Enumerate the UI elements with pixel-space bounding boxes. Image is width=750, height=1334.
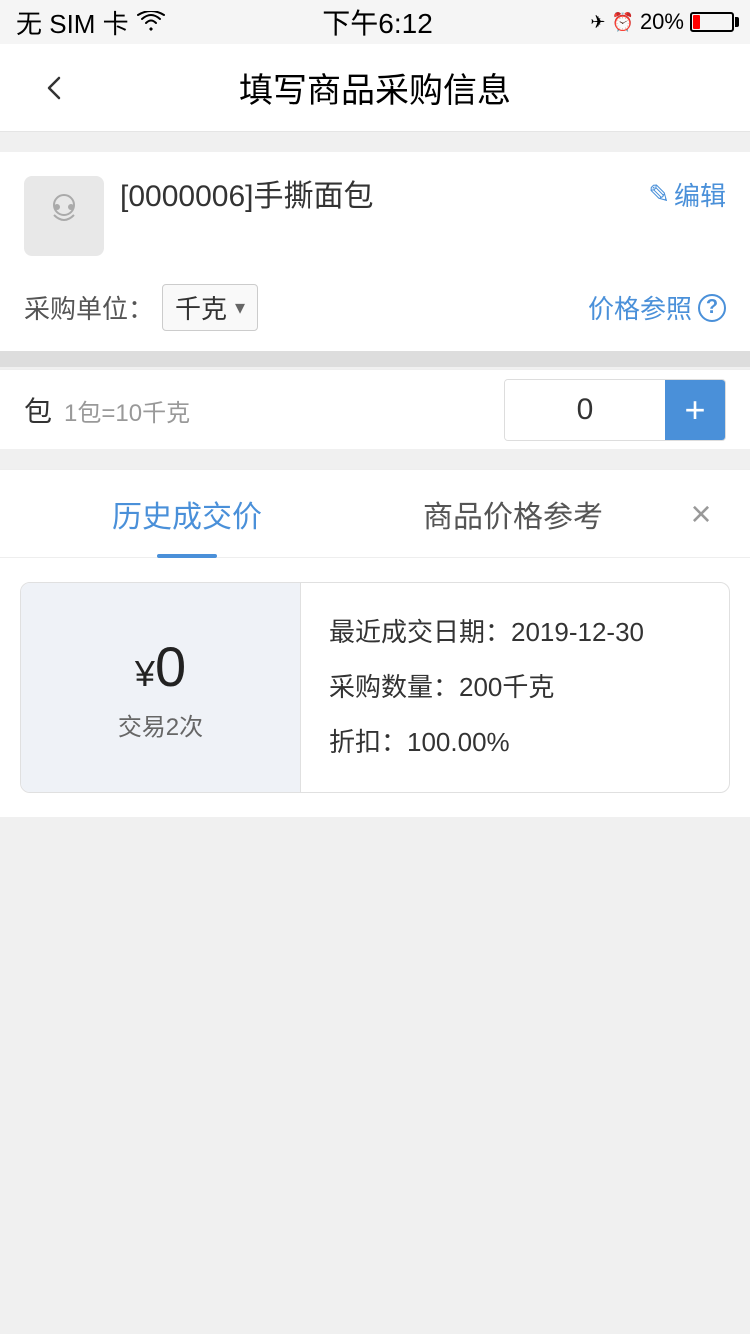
main-content: 填写商品采购信息 [0000006]手撕面包 ✎ 编辑 [0,44,750,1334]
product-header: [0000006]手撕面包 ✎ 编辑 [24,176,726,256]
discount-value: 100.00% [407,727,510,757]
gps-icon: ✈ [590,12,605,33]
sim-status: 无 SIM 卡 [16,4,129,41]
trade-count: 交易2次 [118,707,203,742]
product-unit-row: 采购单位： 千克 ▾ 价格参照 ? [24,284,726,331]
qty-plus-button[interactable]: + [665,380,725,440]
edit-button[interactable]: ✎ 编辑 [648,176,726,213]
card-date-row: 最近成交日期：2019-12-30 [329,613,701,652]
product-info: [0000006]手撕面包 [120,176,632,218]
battery-icon [690,12,734,32]
nav-bar: 填写商品采购信息 [0,44,750,132]
card-discount-row: 折扣：100.00% [329,723,701,762]
qty-detail-value: 200千克 [459,672,554,702]
history-price-card: ¥0 交易2次 最近成交日期：2019-12-30 采购数量：200千克 折扣：… [20,582,730,793]
qty-detail-label: 采购数量： [329,672,459,702]
battery-percent: 20% [640,9,684,35]
price-ref-label: 价格参照 [588,289,692,326]
page-title: 填写商品采购信息 [84,63,666,112]
dropdown-icon: ▾ [235,295,245,320]
product-thumbnail [24,176,104,256]
section-divider [0,351,750,367]
tabs-header: 历史成交价 商品价格参考 × [0,470,750,558]
edit-icon: ✎ [648,179,670,210]
tab-history-price[interactable]: 历史成交价 [24,470,350,558]
status-left: 无 SIM 卡 [16,4,165,41]
product-section: [0000006]手撕面包 ✎ 编辑 采购单位： 千克 ▾ 价格参照 ? [0,152,750,351]
unit-select-dropdown[interactable]: 千克 ▾ [162,284,258,331]
edit-label: 编辑 [674,176,726,213]
alarm-icon: ⏰ [612,12,634,33]
quantity-input[interactable] [505,380,665,440]
date-label: 最近成交日期： [329,617,511,647]
card-details-right: 最近成交日期：2019-12-30 采购数量：200千克 折扣：100.00% [301,583,729,792]
back-button[interactable] [24,58,84,118]
status-time: 下午6:12 [322,2,433,42]
unit-value: 千克 [175,289,227,326]
status-right: ✈ ⏰ 20% [590,9,734,35]
card-qty-row: 采购数量：200千克 [329,668,701,707]
card-price: ¥0 [135,634,186,699]
currency-symbol: ¥ [135,653,155,694]
card-area: ¥0 交易2次 最近成交日期：2019-12-30 采购数量：200千克 折扣：… [0,558,750,817]
qty-input-group: + [504,379,726,441]
status-bar: 无 SIM 卡 下午6:12 ✈ ⏰ 20% [0,0,750,44]
card-price-left: ¥0 交易2次 [21,583,301,792]
tabs-close-button[interactable]: × [676,489,726,539]
product-name: [0000006]手撕面包 [120,176,632,218]
tab-active-indicator [157,554,217,558]
price-value: 0 [155,635,186,698]
qty-label: 包 1包=10千克 [24,390,190,430]
date-value: 2019-12-30 [511,617,644,647]
product-thumb-icon [39,187,89,245]
price-ref-icon: ? [698,294,726,322]
qty-unit: 包 [24,390,52,430]
quantity-section: 包 1包=10千克 + [0,369,750,449]
wifi-icon [137,7,165,38]
tabs-section: 历史成交价 商品价格参考 × ¥0 交易2次 最近成交日期：2019-12-3 [0,469,750,817]
unit-label: 采购单位： [24,289,154,326]
price-reference-button[interactable]: 价格参照 ? [588,289,726,326]
qty-unit-note: 1包=10千克 [64,393,190,428]
discount-label: 折扣： [329,727,407,757]
tab-product-price-ref[interactable]: 商品价格参考 [350,470,676,558]
